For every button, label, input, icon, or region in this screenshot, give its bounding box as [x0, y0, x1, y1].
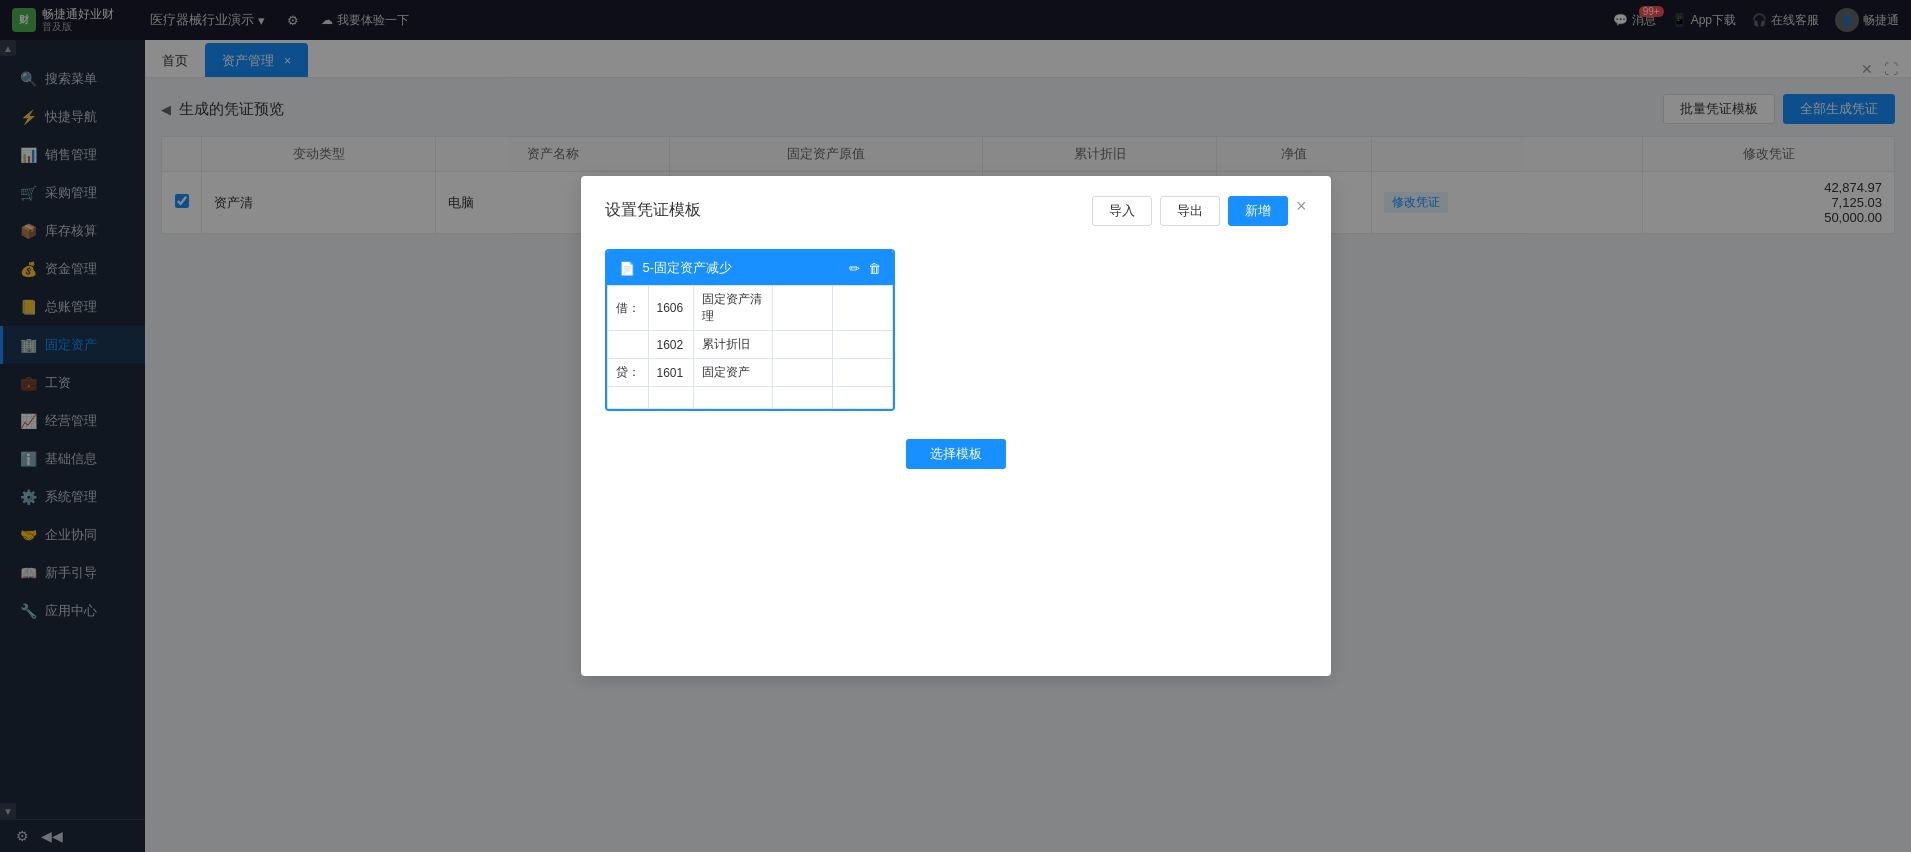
template-entry-row: 贷： 1601 固定资产 [607, 359, 892, 387]
empty-cell [832, 387, 892, 409]
entry-type-cell [607, 331, 648, 359]
entry-code-cell: 1606 [648, 286, 693, 331]
empty-cell [648, 387, 693, 409]
template-card-actions: ✏ 🗑 [849, 261, 881, 276]
entry-type-cell: 贷： [607, 359, 648, 387]
export-button[interactable]: 导出 [1160, 196, 1220, 226]
entry-name-cell: 累计折旧 [693, 331, 772, 359]
entry-code-cell: 1601 [648, 359, 693, 387]
template-footer: 选择模板 [605, 439, 1307, 469]
template-table: 借： 1606 固定资产清理 1602 累计折旧 [607, 285, 893, 409]
entry-debit-cell [772, 331, 832, 359]
template-entry-row: 借： 1606 固定资产清理 [607, 286, 892, 331]
template-edit-icon[interactable]: ✏ [849, 261, 860, 276]
modal-close-button[interactable]: × [1296, 196, 1307, 226]
new-button[interactable]: 新增 [1228, 196, 1288, 226]
template-empty-row [607, 387, 892, 409]
entry-code-cell: 1602 [648, 331, 693, 359]
modal-title: 设置凭证模板 [605, 200, 701, 221]
template-delete-icon[interactable]: 🗑 [868, 261, 881, 276]
entry-type-cell: 借： [607, 286, 648, 331]
entry-credit-cell [832, 286, 892, 331]
template-file-icon: 📄 [619, 261, 635, 276]
template-name: 5-固定资产减少 [643, 259, 733, 277]
template-card-header-left: 📄 5-固定资产减少 [619, 259, 733, 277]
entry-credit-cell [832, 359, 892, 387]
empty-cell [772, 387, 832, 409]
template-entry-row: 1602 累计折旧 [607, 331, 892, 359]
entry-debit-cell [772, 359, 832, 387]
entry-name-cell: 固定资产清理 [693, 286, 772, 331]
modal: 设置凭证模板 导入 导出 新增 × 📄 5-固定资产减少 ✏ 🗑 [581, 176, 1331, 676]
template-list: 📄 5-固定资产减少 ✏ 🗑 借： 1606 固 [605, 241, 1307, 419]
empty-cell [693, 387, 772, 409]
empty-cell [607, 387, 648, 409]
template-card-header: 📄 5-固定资产减少 ✏ 🗑 [607, 251, 893, 285]
entry-debit-cell [772, 286, 832, 331]
entry-name-cell: 固定资产 [693, 359, 772, 387]
modal-toolbar: 导入 导出 新增 × [1092, 196, 1307, 226]
template-card-body: 借： 1606 固定资产清理 1602 累计折旧 [607, 285, 893, 409]
import-button[interactable]: 导入 [1092, 196, 1152, 226]
modal-overlay: 设置凭证模板 导入 导出 新增 × 📄 5-固定资产减少 ✏ 🗑 [0, 0, 1911, 852]
template-card: 📄 5-固定资产减少 ✏ 🗑 借： 1606 固 [605, 249, 895, 411]
entry-credit-cell [832, 331, 892, 359]
select-template-button[interactable]: 选择模板 [906, 439, 1006, 469]
